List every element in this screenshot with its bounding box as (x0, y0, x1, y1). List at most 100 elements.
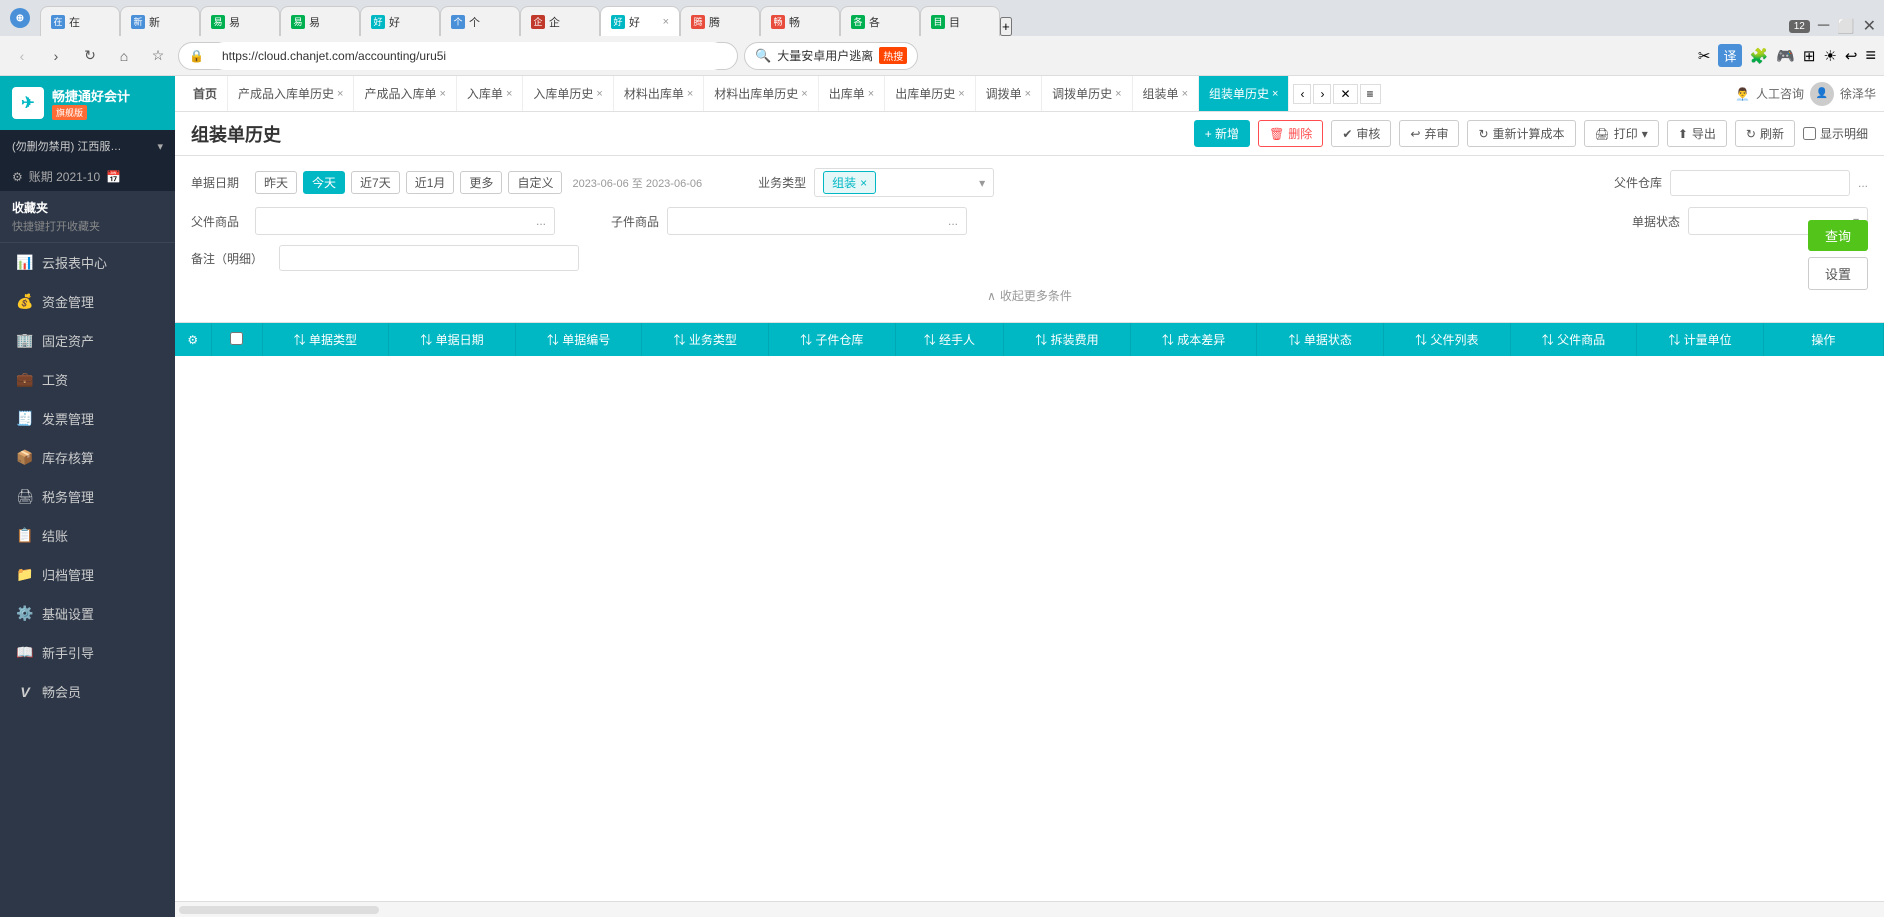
business-type-remove[interactable]: × (860, 176, 867, 190)
parent-goods-more[interactable]: ... (536, 214, 546, 228)
nav-assembly-close[interactable]: × (1182, 88, 1188, 100)
th-handler[interactable]: ⇅ 经手人 (895, 323, 1004, 356)
browser-tab-7[interactable]: 企 企 (520, 6, 600, 36)
browser-tab-2[interactable]: 新 新 (120, 6, 200, 36)
browser-tab-12[interactable]: 目 目 (920, 6, 1000, 36)
sidebar-item-invoice[interactable]: 🧾 发票管理 (0, 399, 175, 438)
date-btn-custom[interactable]: 自定义 (508, 171, 562, 194)
calendar-icon[interactable]: 📅 (106, 170, 121, 184)
nav-production-in[interactable]: 产成品入库单 × (354, 76, 456, 112)
th-status[interactable]: ⇅ 单据状态 (1257, 323, 1384, 356)
bookmark-button[interactable]: ☆ (144, 42, 172, 70)
browser-tab-4[interactable]: 易 易 (280, 6, 360, 36)
window-minimize-btn[interactable]: ─ (1818, 17, 1829, 35)
reload-button[interactable]: ↻ (76, 42, 104, 70)
nav-scroll-right[interactable]: › (1313, 84, 1331, 104)
show-detail-label[interactable]: 显示明细 (1803, 125, 1868, 142)
select-all-checkbox[interactable] (230, 332, 243, 345)
scissors-icon[interactable]: ✂ (1698, 47, 1711, 65)
business-type-dropdown[interactable]: ▾ (979, 176, 985, 190)
th-date[interactable]: ⇅ 单据日期 (389, 323, 516, 356)
nav-out-order-close[interactable]: × (868, 88, 874, 100)
nav-material-out-history-close[interactable]: × (801, 88, 807, 100)
nav-material-out-history[interactable]: 材料出库单历史 × (704, 76, 818, 112)
print-button[interactable]: 🖨 打印 ▾ (1584, 120, 1659, 147)
nav-material-out-close[interactable]: × (687, 88, 693, 100)
window-close-btn[interactable]: ✕ (1863, 16, 1876, 36)
window-restore-btn[interactable]: ⬜ (1837, 18, 1854, 35)
nav-assembly-history-close[interactable]: × (1272, 88, 1278, 100)
browser-tab-8[interactable]: 好 好 × (600, 6, 680, 36)
browser-tab-1[interactable]: 在 在 (40, 6, 120, 36)
th-checkbox[interactable] (211, 323, 262, 356)
sidebar-item-settings[interactable]: ⚙️ 基础设置 (0, 594, 175, 633)
th-cost-diff[interactable]: ⇅ 成本差异 (1130, 323, 1257, 356)
support-text[interactable]: 人工咨询 (1756, 85, 1804, 102)
nav-production-in-history[interactable]: 产成品入库单历史 × (228, 76, 354, 112)
translate-icon[interactable]: 译 (1718, 44, 1741, 67)
refresh-button[interactable]: ↻ 刷新 (1735, 120, 1795, 147)
th-unit[interactable]: ⇅ 计量单位 (1637, 323, 1764, 356)
export-button[interactable]: ⬆ 导出 (1667, 120, 1727, 147)
sidebar-item-assets[interactable]: 🏢 固定资产 (0, 321, 175, 360)
date-btn-7days[interactable]: 近7天 (351, 171, 400, 194)
nav-out-order-history-close[interactable]: × (958, 88, 964, 100)
nav-more[interactable]: ≡ (1360, 84, 1381, 104)
browser-tab-6[interactable]: 个 个 (440, 6, 520, 36)
browser-tab-11[interactable]: 各 各 (840, 6, 920, 36)
nav-transfer-close[interactable]: × (1025, 88, 1031, 100)
collapse-button[interactable]: ∧ 收起更多条件 (981, 281, 1078, 310)
address-input[interactable] (210, 42, 727, 70)
show-detail-checkbox[interactable] (1803, 127, 1816, 140)
sidebar-item-salary[interactable]: 💼 工资 (0, 360, 175, 399)
game-icon[interactable]: 🎮 (1776, 47, 1795, 65)
nav-transfer[interactable]: 调拨单 × (976, 76, 1042, 112)
parent-warehouse-input[interactable] (1670, 170, 1850, 196)
home-button[interactable]: ⌂ (110, 42, 138, 70)
nav-material-out[interactable]: 材料出库单 × (614, 76, 704, 112)
nav-assembly[interactable]: 组装单 × (1133, 76, 1199, 112)
browser-tab-3[interactable]: 易 易 (200, 6, 280, 36)
sidebar-item-reports[interactable]: 📊 云报表中心 (0, 243, 175, 282)
th-parent-goods[interactable]: ⇅ 父件商品 (1510, 323, 1637, 356)
sidebar-item-inventory[interactable]: 📦 库存核算 (0, 438, 175, 477)
nav-transfer-history-close[interactable]: × (1115, 88, 1121, 100)
sidebar-item-archive[interactable]: 📁 归档管理 (0, 555, 175, 594)
child-goods-more[interactable]: ... (948, 214, 958, 228)
parent-warehouse-more[interactable]: ... (1858, 176, 1868, 190)
nav-production-in-history-close[interactable]: × (337, 88, 343, 100)
browser-tab-5[interactable]: 好 好 (360, 6, 440, 36)
date-btn-more[interactable]: 更多 (460, 171, 502, 194)
table-settings-icon[interactable]: ⚙ (187, 333, 198, 347)
new-button[interactable]: + 新增 (1194, 120, 1250, 147)
th-settings[interactable]: ⚙ (175, 323, 211, 356)
sun-icon[interactable]: ☀ (1823, 47, 1836, 65)
grid-icon[interactable]: ⊞ (1803, 47, 1816, 65)
browser-tab-10[interactable]: 畅 畅 (760, 6, 840, 36)
recalculate-button[interactable]: ↻ 重新计算成本 (1467, 120, 1575, 147)
favorites-subtitle[interactable]: 快捷键打开收藏夹 (12, 218, 163, 234)
extension-icon[interactable]: 🧩 (1750, 47, 1769, 65)
sidebar-account[interactable]: (勿删勿禁用) 江西服宝测试专用 ▾ (0, 130, 175, 162)
nav-close-all[interactable]: ✕ (1333, 84, 1357, 104)
th-number[interactable]: ⇅ 单据编号 (515, 323, 642, 356)
nav-in-order-close[interactable]: × (506, 88, 512, 100)
forward-button[interactable]: › (42, 42, 70, 70)
date-btn-today[interactable]: 今天 (303, 171, 345, 194)
support-icon[interactable]: 👨‍💼 (1735, 87, 1750, 101)
undo-icon[interactable]: ↩ (1845, 47, 1858, 65)
abandon-button[interactable]: ↩ 弃审 (1399, 120, 1459, 147)
date-btn-yesterday[interactable]: 昨天 (255, 171, 297, 194)
date-btn-1month[interactable]: 近1月 (406, 171, 455, 194)
sidebar-item-finance[interactable]: 💰 资金管理 (0, 282, 175, 321)
th-parent-list[interactable]: ⇅ 父件列表 (1384, 323, 1511, 356)
nav-in-order-history-close[interactable]: × (596, 88, 602, 100)
audit-button[interactable]: ✔ 审核 (1331, 120, 1391, 147)
nav-assembly-history[interactable]: 组装单历史 × (1199, 76, 1289, 112)
nav-in-order[interactable]: 入库单 × (457, 76, 523, 112)
sidebar-item-guide[interactable]: 📖 新手引导 (0, 633, 175, 672)
menu-icon[interactable]: ≡ (1865, 45, 1876, 66)
nav-scroll-left[interactable]: ‹ (1293, 84, 1311, 104)
nav-in-order-history[interactable]: 入库单历史 × (523, 76, 613, 112)
sidebar-item-settlement[interactable]: 📋 结账 (0, 516, 175, 555)
